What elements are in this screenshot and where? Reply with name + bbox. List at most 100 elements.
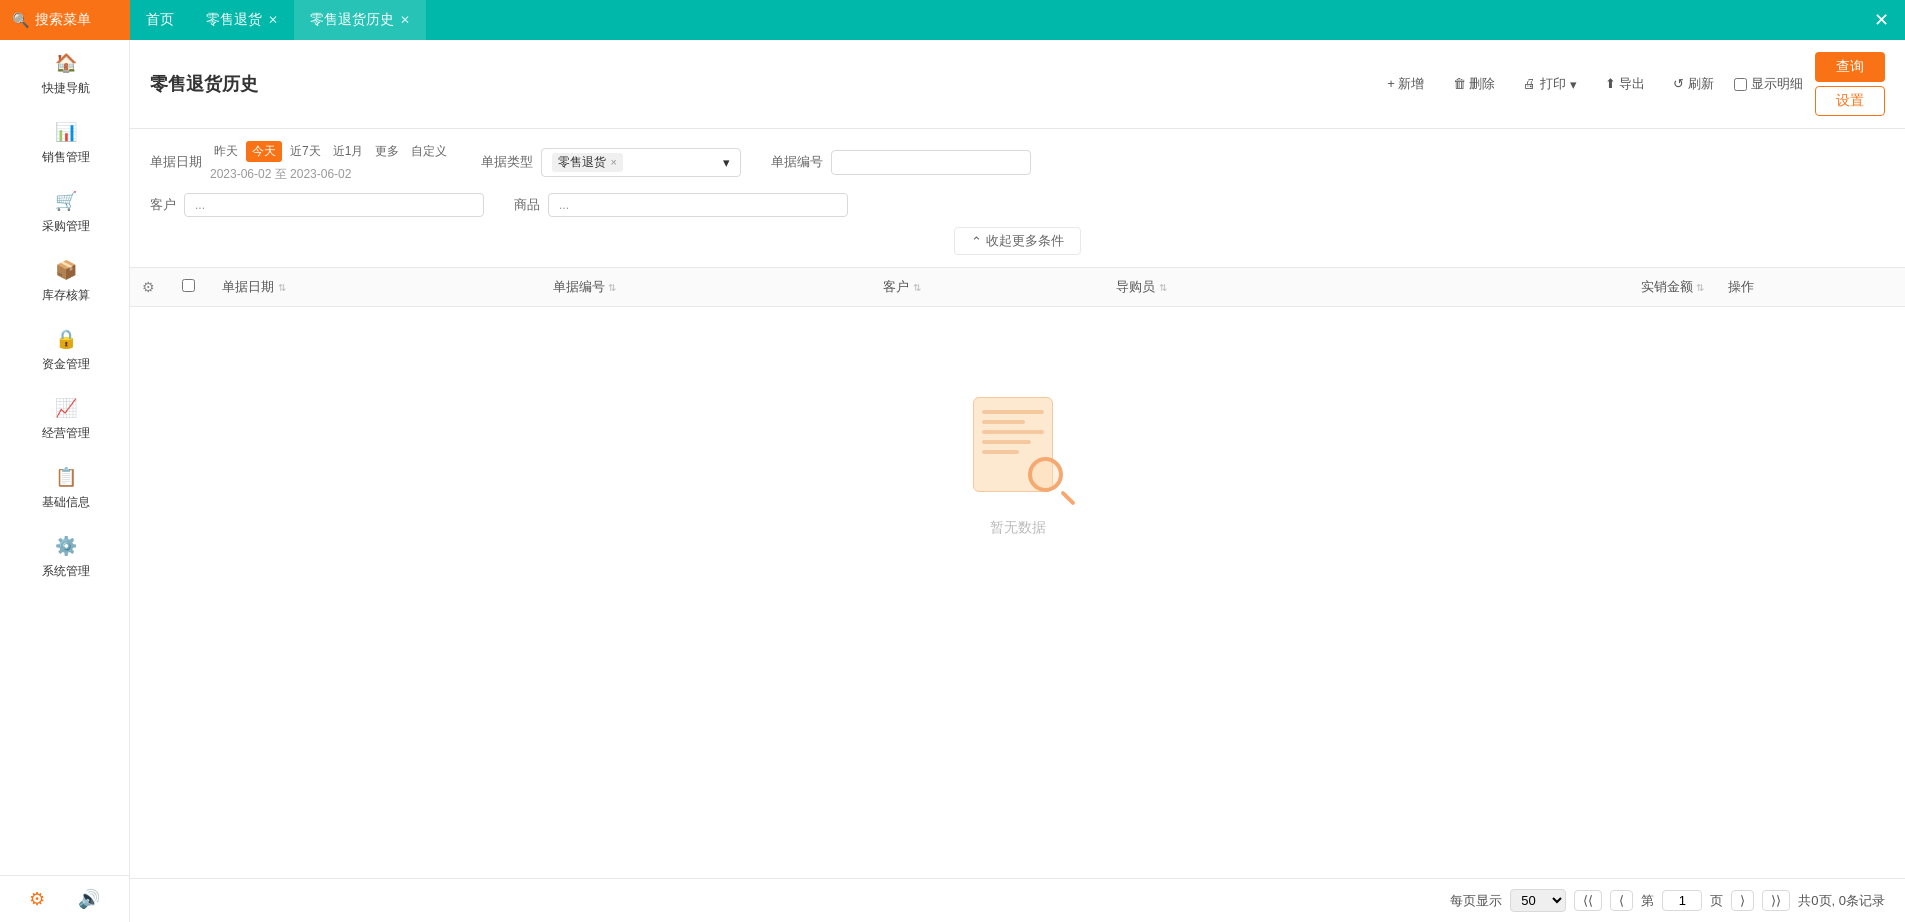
col-amount-sort[interactable]: ⇅ (1696, 282, 1704, 293)
id-input[interactable] (831, 150, 1031, 175)
page-size-label: 每页显示 (1450, 892, 1502, 910)
home-icon: 🏠 (55, 52, 77, 74)
sidebar-item-basic-info[interactable]: 📋 基础信息 (0, 454, 129, 523)
tab-retail-return-history-label: 零售退货历史 (310, 11, 394, 29)
doc-line-5 (982, 450, 1019, 454)
tab-home[interactable]: 首页 (130, 0, 190, 40)
tab-retail-return-close[interactable]: ✕ (268, 13, 278, 27)
table-body: 暂无数据 (130, 307, 1905, 618)
type-tag: 零售退货 × (552, 153, 622, 172)
delete-btn[interactable]: 🗑 删除 (1445, 71, 1504, 97)
page-input[interactable] (1662, 890, 1702, 911)
collapse-btn[interactable]: ⌃ 收起更多条件 (954, 227, 1081, 255)
customer-filter: 客户 ... (150, 193, 484, 217)
show-detail-checkbox-label[interactable]: 显示明细 (1734, 75, 1803, 93)
setting-button[interactable]: 设置 (1815, 86, 1885, 116)
tab-home-label: 首页 (146, 11, 174, 29)
col-customer-sort[interactable]: ⇅ (913, 282, 921, 293)
page-next-btn[interactable]: ⟩ (1731, 890, 1754, 911)
date-shortcut-more[interactable]: 更多 (371, 141, 403, 162)
search-menu-btn[interactable]: 🔍 搜索菜单 (0, 0, 130, 40)
sidebar: 🏠 快捷导航 📊 销售管理 🛒 采购管理 📦 库存核算 🔒 资金管理 📈 经营管… (0, 40, 130, 922)
sidebar-item-operation[interactable]: 📈 经营管理 (0, 385, 129, 454)
date-shortcut-1month[interactable]: 近1月 (329, 141, 368, 162)
tab-list: 首页 零售退货 ✕ 零售退货历史 ✕ (130, 0, 1874, 40)
magnify-glass (1028, 457, 1078, 507)
table-settings-btn[interactable]: ⚙ (142, 279, 155, 295)
gear-icon: ⚙️ (55, 535, 77, 557)
sidebar-item-system-mgmt[interactable]: ⚙️ 系统管理 (0, 523, 129, 592)
sidebar-item-finance[interactable]: 🔒 资金管理 (0, 316, 129, 385)
goods-filter: 商品 ... (514, 193, 848, 217)
trend-icon: 📈 (55, 397, 77, 419)
page-first-btn[interactable]: ⟨⟨ (1574, 890, 1602, 911)
content-area: 零售退货历史 + 新增 🗑 删除 🖨 打印 ▾ ⬆ 导出 ↺ 刷新 (130, 40, 1905, 922)
page-prev-btn[interactable]: ⟨ (1610, 890, 1633, 911)
box-icon: 📦 (55, 259, 77, 281)
new-btn[interactable]: + 新增 (1379, 71, 1432, 97)
table-header: ⚙ 单据日期 ⇅ 单据编号 ⇅ (130, 268, 1905, 307)
date-shortcut-yesterday[interactable]: 昨天 (210, 141, 242, 162)
sidebar-item-purchase-mgmt-label: 采购管理 (42, 218, 90, 235)
type-tag-value: 零售退货 (558, 154, 606, 171)
filter-area: 单据日期 昨天 今天 近7天 近1月 更多 自定义 2023-06-02 至 2… (130, 129, 1905, 268)
tab-retail-return[interactable]: 零售退货 ✕ (190, 0, 294, 40)
data-table: ⚙ 单据日期 ⇅ 单据编号 ⇅ (130, 268, 1905, 617)
filter-row-2: 客户 ... 商品 ... (150, 193, 1885, 217)
search-icon: 🔍 (12, 12, 29, 28)
col-action: 操作 (1716, 268, 1905, 307)
query-button[interactable]: 查询 (1815, 52, 1885, 82)
type-select-chevron: ▾ (723, 155, 730, 170)
lock-icon: 🔒 (55, 328, 77, 350)
date-shortcut-custom[interactable]: 自定义 (407, 141, 451, 162)
magnify-circle (1028, 457, 1063, 492)
topbar-right: ✕ (1874, 9, 1905, 31)
print-btn-label: 🖨 打印 (1523, 75, 1566, 93)
date-shortcut-7days[interactable]: 近7天 (286, 141, 325, 162)
sidebar-item-quick-nav-label: 快捷导航 (42, 80, 90, 97)
speaker-icon[interactable]: 🔊 (78, 888, 100, 910)
toolbar: + 新增 🗑 删除 🖨 打印 ▾ ⬆ 导出 ↺ 刷新 显示明细 (1379, 52, 1885, 116)
tab-retail-return-history-close[interactable]: ✕ (400, 13, 410, 27)
clipboard-icon: 📋 (55, 466, 77, 488)
type-select[interactable]: 零售退货 × ▾ (541, 148, 741, 177)
table-select-all[interactable] (182, 279, 195, 292)
date-shortcut-today[interactable]: 今天 (246, 141, 282, 162)
window-close-btn[interactable]: ✕ (1874, 10, 1889, 30)
date-range: 2023-06-02 至 2023-06-02 (210, 166, 451, 183)
customer-select[interactable]: ... (184, 193, 484, 217)
refresh-btn[interactable]: ↺ 刷新 (1665, 71, 1722, 97)
sidebar-item-purchase-mgmt[interactable]: 🛒 采购管理 (0, 178, 129, 247)
empty-row: 暂无数据 (130, 307, 1905, 618)
page-last-btn[interactable]: ⟩⟩ (1762, 890, 1790, 911)
print-chevron-icon: ▾ (1570, 77, 1577, 92)
chart-icon: 📊 (55, 121, 77, 143)
sidebar-item-quick-nav[interactable]: 🏠 快捷导航 (0, 40, 129, 109)
sidebar-item-sales-mgmt[interactable]: 📊 销售管理 (0, 109, 129, 178)
page-size-select[interactable]: 50 10 20 100 (1510, 889, 1566, 912)
type-tag-close[interactable]: × (610, 156, 616, 168)
settings-icon[interactable]: ⚙ (29, 888, 45, 910)
empty-cell: 暂无数据 (130, 307, 1905, 618)
empty-illustration (958, 387, 1078, 507)
goods-ellipsis: ... (559, 198, 569, 212)
show-detail-checkbox[interactable] (1734, 78, 1747, 91)
main-layout: 🏠 快捷导航 📊 销售管理 🛒 采购管理 📦 库存核算 🔒 资金管理 📈 经营管… (0, 40, 1905, 922)
col-number-sort[interactable]: ⇅ (608, 282, 616, 293)
sidebar-item-basic-info-label: 基础信息 (42, 494, 90, 511)
goods-select[interactable]: ... (548, 193, 848, 217)
col-date-sort[interactable]: ⇅ (278, 282, 286, 293)
doc-line-2 (982, 420, 1025, 424)
page-suffix: 页 (1710, 892, 1723, 910)
col-guide-sort[interactable]: ⇅ (1159, 282, 1167, 293)
col-date: 单据日期 ⇅ (210, 268, 541, 307)
doc-line-3 (982, 430, 1044, 434)
export-btn[interactable]: ⬆ 导出 (1597, 71, 1654, 97)
sidebar-item-inventory[interactable]: 📦 库存核算 (0, 247, 129, 316)
show-detail-label: 显示明细 (1751, 75, 1803, 93)
col-amount: 实销金额 ⇅ (1386, 268, 1717, 307)
tab-retail-return-history[interactable]: 零售退货历史 ✕ (294, 0, 426, 40)
topbar: 🔍 搜索菜单 首页 零售退货 ✕ 零售退货历史 ✕ ✕ (0, 0, 1905, 40)
sidebar-item-inventory-label: 库存核算 (42, 287, 90, 304)
print-btn[interactable]: 🖨 打印 ▾ (1515, 71, 1585, 97)
